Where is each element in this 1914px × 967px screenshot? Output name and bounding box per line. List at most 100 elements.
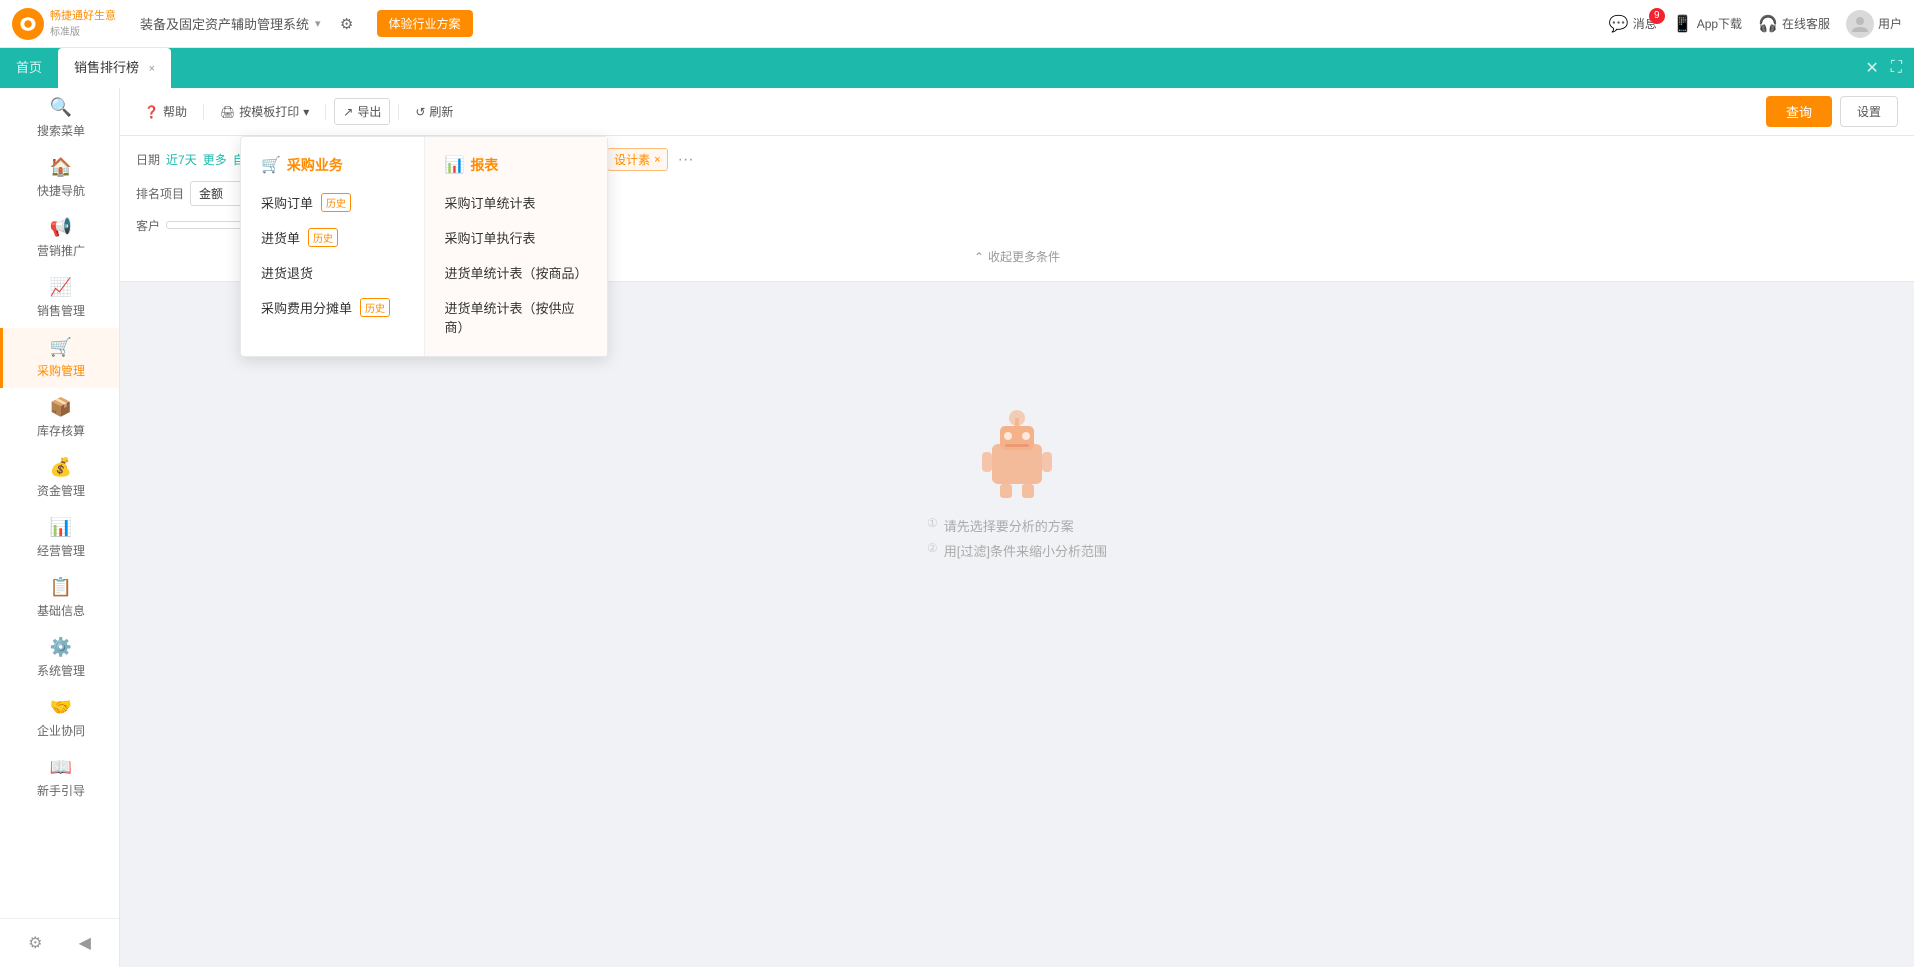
finance-icon: 💰 bbox=[50, 457, 72, 478]
report-section-icon: 📊 bbox=[445, 155, 465, 175]
system-title: 装备及固定资产辅助管理系统 ▾ ⚙ bbox=[140, 10, 367, 38]
menu-item-purchase-order[interactable]: 采购订单 历史 bbox=[241, 185, 424, 220]
export-icon: ↗ bbox=[343, 105, 353, 119]
query-btn[interactable]: 查询 bbox=[1766, 96, 1832, 127]
sidebar-item-operation[interactable]: 📊 经营管理 bbox=[0, 508, 119, 568]
guide-icon: 📖 bbox=[50, 757, 72, 778]
sidebar-item-marketing[interactable]: 📢 营销推广 bbox=[0, 208, 119, 268]
print-icon: 🖨 bbox=[220, 105, 235, 119]
sidebar-settings-btn[interactable]: ⚙ bbox=[24, 929, 46, 957]
toolbar-divider3 bbox=[398, 104, 399, 120]
hint-2: ② 用[过滤]条件来缩小分析范围 bbox=[927, 541, 1107, 560]
toolbar-divider2 bbox=[325, 104, 326, 120]
nav-tabs: 首页 销售排行榜 × ✕ ⛶ bbox=[0, 48, 1914, 88]
menu-item-purchase-expense[interactable]: 采购费用分摊单 历史 bbox=[241, 290, 424, 325]
menu-item-return[interactable]: 进货退货 bbox=[241, 255, 424, 290]
menu-item-purchase-order-exec[interactable]: 采购订单执行表 bbox=[425, 220, 608, 255]
inventory-icon: 📦 bbox=[50, 397, 72, 418]
menu-item-incoming-stat-goods[interactable]: 进货单统计表（按商品） bbox=[425, 255, 608, 290]
ranking-label: 排名项目 bbox=[136, 185, 184, 202]
basic-icon: 📋 bbox=[50, 577, 72, 598]
app-download-btn[interactable]: 📱 App下载 bbox=[1673, 14, 1742, 34]
phone-icon: 📱 bbox=[1673, 14, 1693, 34]
sales-icon: 📈 bbox=[50, 277, 72, 298]
title-dropdown-arrow[interactable]: ▾ bbox=[315, 17, 321, 30]
nav-expand-icon[interactable]: ⛶ bbox=[1887, 55, 1906, 81]
hint-1: ① 请先选择要分析的方案 bbox=[927, 516, 1107, 535]
tab-home[interactable]: 首页 bbox=[0, 48, 58, 88]
print-btn[interactable]: 🖨 按模板打印 ▾ bbox=[212, 99, 317, 124]
help-icon: ❓ bbox=[144, 105, 159, 119]
sidebar-bottom: ⚙ ◀ bbox=[0, 918, 119, 967]
purchase-section-icon: 🛒 bbox=[261, 155, 281, 175]
logo-text: 畅捷通好生意 bbox=[50, 9, 116, 23]
sidebar: 🔍 搜索菜单 🏠 快捷导航 📢 营销推广 📈 销售管理 🛒 采购管理 📦 库存核… bbox=[0, 88, 120, 967]
message-badge: 9 bbox=[1649, 8, 1665, 24]
sidebar-item-basic[interactable]: 📋 基础信息 bbox=[0, 568, 119, 628]
nav-right: ✕ ⛶ bbox=[1861, 54, 1914, 82]
sidebar-item-finance[interactable]: 💰 资金管理 bbox=[0, 448, 119, 508]
marketing-icon: 📢 bbox=[50, 217, 72, 238]
main-layout: 🔍 搜索菜单 🏠 快捷导航 📢 营销推广 📈 销售管理 🛒 采购管理 📦 库存核… bbox=[0, 88, 1914, 967]
menu-item-purchase-order-stat[interactable]: 采购订单统计表 bbox=[425, 185, 608, 220]
sidebar-item-inventory[interactable]: 📦 库存核算 bbox=[0, 388, 119, 448]
home-icon: 🏠 bbox=[50, 157, 72, 178]
logo-area: 畅捷通好生意 标准版 bbox=[12, 8, 132, 40]
online-service-btn[interactable]: 🎧 在线客服 bbox=[1758, 14, 1830, 34]
robot-illustration bbox=[957, 404, 1077, 504]
menu-item-incoming-stat-supplier[interactable]: 进货单统计表（按供应商） bbox=[425, 290, 608, 344]
logo-icon bbox=[12, 8, 44, 40]
report-section-title: 📊 报表 bbox=[425, 149, 608, 185]
headset-icon: 🎧 bbox=[1758, 14, 1778, 34]
report-section: 📊 报表 采购订单统计表 采购订单执行表 进货单统计表（按商品） 进货单统计表（… bbox=[424, 137, 608, 356]
purchase-icon: 🛒 bbox=[50, 337, 72, 358]
toolbar: ❓ 帮助 🖨 按模板打印 ▾ ↗ 导出 ↺ 刷新 查询 设置 bbox=[120, 88, 1914, 136]
sidebar-item-cooperation[interactable]: 🤝 企业协同 bbox=[0, 688, 119, 748]
more-link[interactable]: 更多 bbox=[203, 151, 227, 168]
robot-svg bbox=[967, 404, 1067, 504]
sidebar-item-quick-nav[interactable]: 🏠 快捷导航 bbox=[0, 148, 119, 208]
industry-btn[interactable]: 体验行业方案 bbox=[377, 10, 473, 37]
content-area: ❓ 帮助 🖨 按模板打印 ▾ ↗ 导出 ↺ 刷新 查询 设置 bbox=[120, 88, 1914, 967]
date-label: 日期 bbox=[136, 151, 160, 168]
avatar bbox=[1846, 10, 1874, 38]
nav-close-icon[interactable]: ✕ bbox=[1861, 54, 1882, 82]
toolbar-divider bbox=[203, 104, 204, 120]
system-settings-icon[interactable]: ⚙ bbox=[333, 10, 361, 38]
sidebar-item-system[interactable]: ⚙️ 系统管理 bbox=[0, 628, 119, 688]
days-link[interactable]: 近7天 bbox=[166, 151, 197, 168]
goods-tag-close[interactable]: × bbox=[654, 154, 660, 166]
sidebar-item-purchase[interactable]: 🛒 采购管理 bbox=[0, 328, 119, 388]
help-btn[interactable]: ❓ 帮助 bbox=[136, 99, 195, 124]
goods-more-icon[interactable]: ··· bbox=[674, 151, 698, 169]
top-header: 畅捷通好生意 标准版 装备及固定资产辅助管理系统 ▾ ⚙ 体验行业方案 💬 消息… bbox=[0, 0, 1914, 48]
sidebar-item-sales[interactable]: 📈 销售管理 bbox=[0, 268, 119, 328]
cooperation-icon: 🤝 bbox=[50, 697, 72, 718]
sidebar-item-guide[interactable]: 📖 新手引导 bbox=[0, 748, 119, 808]
refresh-icon: ↺ bbox=[415, 105, 425, 119]
print-arrow-icon: ▾ bbox=[303, 105, 309, 119]
history-badge-1: 历史 bbox=[308, 228, 338, 247]
history-badge-3: 历史 bbox=[360, 298, 390, 317]
customer-label: 客户 bbox=[136, 217, 160, 234]
tab-sales-rank[interactable]: 销售排行榜 × bbox=[58, 48, 171, 88]
header-right: 💬 消息 9 📱 App下载 🎧 在线客服 用户 bbox=[1609, 10, 1902, 38]
menu-item-incoming[interactable]: 进货单 历史 bbox=[241, 220, 424, 255]
message-btn[interactable]: 💬 消息 9 bbox=[1609, 14, 1657, 34]
export-btn[interactable]: ↗ 导出 bbox=[334, 98, 390, 125]
purchase-section-title: 🛒 采购业务 bbox=[241, 149, 424, 185]
purchase-dropdown-menu: 🛒 采购业务 采购订单 历史 进货单 历史 进货退货 采购费用分摊单 历史 bbox=[240, 136, 608, 357]
sidebar-item-search[interactable]: 🔍 搜索菜单 bbox=[0, 88, 119, 148]
operation-icon: 📊 bbox=[50, 517, 72, 538]
user-menu-btn[interactable]: 用户 bbox=[1846, 10, 1902, 38]
chevron-up-icon: ⌃ bbox=[974, 250, 984, 264]
history-badge-0: 历史 bbox=[321, 193, 351, 212]
tab-close-icon[interactable]: × bbox=[149, 63, 155, 75]
refresh-btn[interactable]: ↺ 刷新 bbox=[407, 99, 461, 124]
system-icon: ⚙️ bbox=[50, 637, 72, 658]
settings-btn[interactable]: 设置 bbox=[1840, 96, 1898, 127]
logo-subtext: 标准版 bbox=[50, 23, 116, 38]
purchase-business-section: 🛒 采购业务 采购订单 历史 进货单 历史 进货退货 采购费用分摊单 历史 bbox=[241, 137, 424, 356]
search-icon: 🔍 bbox=[50, 97, 72, 118]
sidebar-collapse-btn[interactable]: ◀ bbox=[75, 929, 95, 957]
